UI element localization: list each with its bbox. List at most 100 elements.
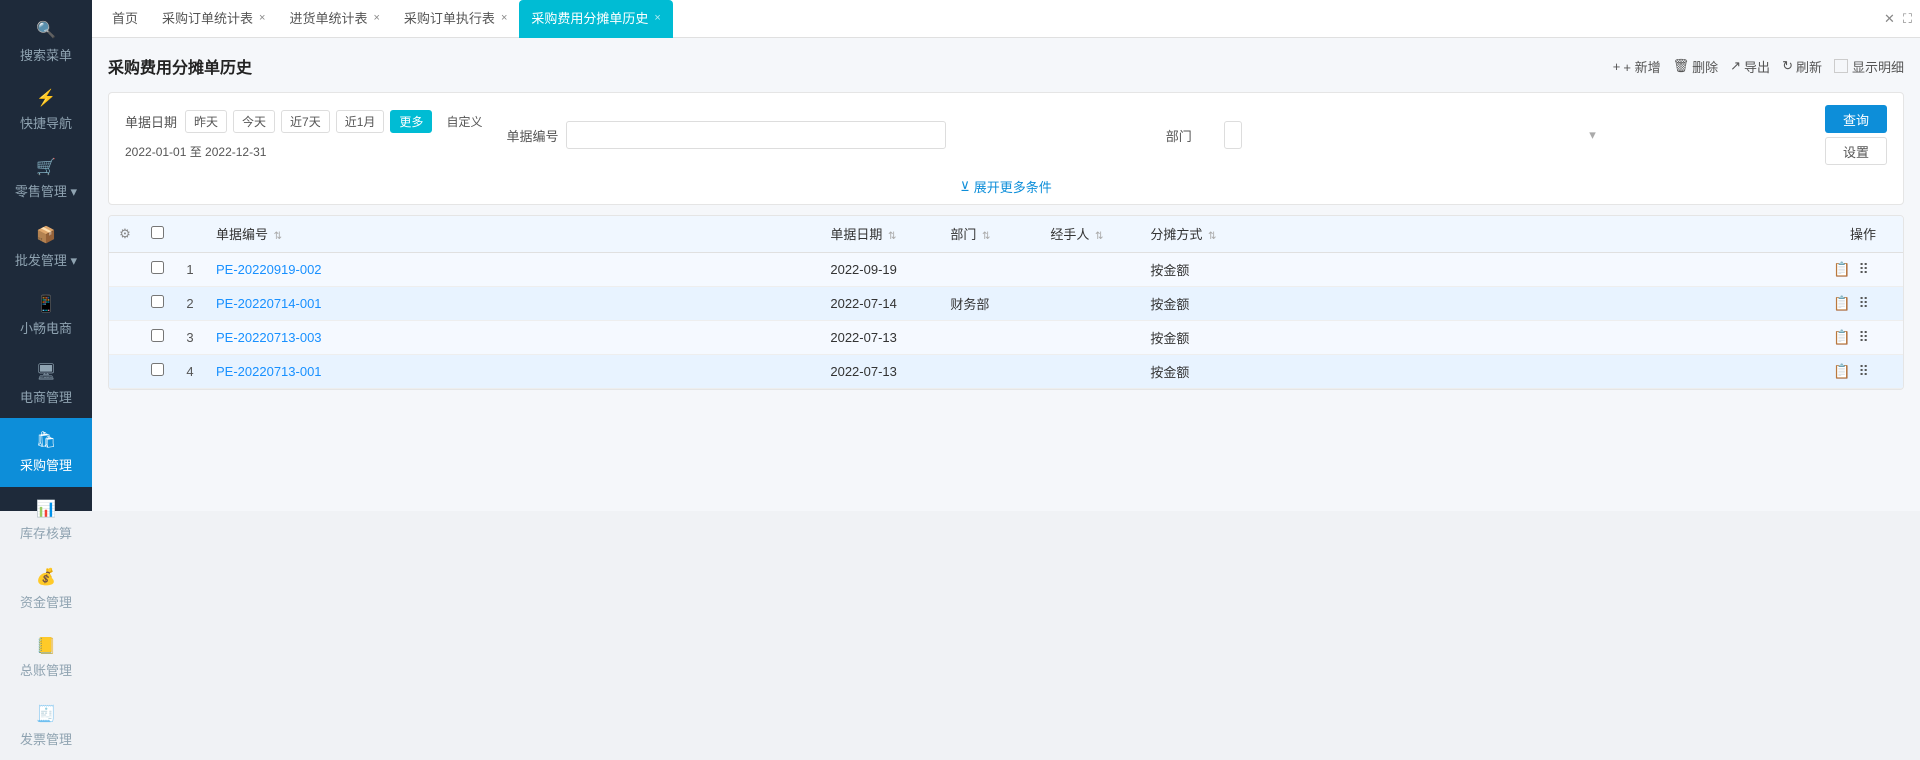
sort-dept-icon[interactable]: ⇅ — [982, 231, 990, 242]
th-settings[interactable]: ⚙ — [109, 216, 141, 252]
row-checkbox-1[interactable] — [151, 295, 164, 308]
sidebar-item-ecommerce[interactable]: 🖥电商管理 — [0, 350, 92, 418]
table-header-row: ⚙ 单据编号 ⇅ 单据日期 ⇅ — [109, 216, 1903, 252]
row-more-icon-2[interactable]: ⠿ — [1858, 329, 1868, 346]
th-row-num — [174, 216, 206, 252]
tab-close-purchase-receipt-summary[interactable]: × — [373, 12, 379, 24]
doc-no-link-2[interactable]: PE-20220713-003 — [216, 330, 322, 345]
date-btn-7days[interactable]: 近7天 — [281, 110, 330, 133]
delete-button[interactable]: 🗑 删除 — [1673, 57, 1719, 76]
export-button[interactable]: ↗ 导出 — [1730, 57, 1770, 76]
sidebar-label-search: 搜索菜单 — [20, 48, 72, 63]
sort-handler-icon[interactable]: ⇅ — [1095, 231, 1103, 242]
sort-doc-no-icon[interactable]: ⇅ — [274, 231, 282, 242]
sidebar-item-shortcut[interactable]: ⚡快捷导航 — [0, 76, 92, 144]
page-title: 采购费用分摊单历史 — [108, 54, 252, 78]
row-date-1: 2022-07-14 — [820, 286, 940, 320]
row-settings-3 — [109, 354, 141, 388]
tab-purchase-order-summary[interactable]: 采购订单统计表 × — [150, 0, 277, 38]
sidebar-icon-retail: 🛒 — [0, 155, 92, 181]
date-btn-custom[interactable]: 自定义 — [438, 111, 490, 132]
sidebar: 🔍搜索菜单⚡快捷导航🛒零售管理 ▾📦批发管理 ▾📱小畅电商🖥电商管理🛍采购管理📊… — [0, 0, 92, 511]
row-checkbox-2[interactable] — [151, 329, 164, 342]
row-edit-icon-0[interactable]: 📋 — [1833, 261, 1850, 278]
row-dept-3 — [940, 354, 1040, 388]
maximize-window-icon[interactable]: ⛶ — [1903, 11, 1912, 27]
doc-no-link-0[interactable]: PE-20220919-002 — [216, 262, 322, 277]
tab-purchase-receipt-summary[interactable]: 进货单统计表× — [277, 0, 391, 38]
row-more-icon-1[interactable]: ⠿ — [1858, 295, 1868, 312]
sidebar-item-purchase[interactable]: 🛍采购管理 — [0, 418, 92, 486]
sort-date-icon[interactable]: ⇅ — [888, 231, 896, 242]
tab-home[interactable]: 首页 — [100, 0, 150, 38]
expand-more-button[interactable]: ⊻ 展开更多条件 — [960, 177, 1052, 196]
date-quick-buttons: 昨天 今天 近7天 近1月 更多 自定义 — [185, 110, 490, 133]
row-dept-0 — [940, 252, 1040, 286]
row-handler-2 — [1040, 320, 1140, 354]
th-checkbox — [141, 216, 174, 252]
doc-no-link-3[interactable]: PE-20220713-001 — [216, 364, 322, 379]
tab-purchase-order-exec[interactable]: 采购订单执行表 × — [392, 0, 519, 38]
sidebar-item-search[interactable]: 🔍 搜索菜单 — [0, 8, 92, 76]
th-doc-no: 单据编号 ⇅ — [206, 216, 820, 252]
date-btn-yesterday[interactable]: 昨天 — [185, 110, 227, 133]
date-btn-more[interactable]: 更多 — [390, 110, 432, 133]
row-handler-1 — [1040, 286, 1140, 320]
row-actions-0: 📋 ⠿ — [1823, 252, 1903, 286]
row-edit-icon-2[interactable]: 📋 — [1833, 329, 1850, 346]
filter-settings-button[interactable]: 设置 — [1825, 137, 1887, 165]
sidebar-item-mini[interactable]: 📱小畅电商 — [0, 282, 92, 350]
sidebar-item-inventory[interactable]: 📊库存核算 — [0, 487, 92, 555]
sidebar-item-wholesale[interactable]: 📦批发管理 ▾ — [0, 213, 92, 281]
th-doc-no-label: 单据编号 — [216, 227, 268, 242]
row-handler-0 — [1040, 252, 1140, 286]
query-button[interactable]: 查询 — [1825, 105, 1887, 133]
show-col-checkbox[interactable] — [1834, 59, 1848, 73]
date-btn-1month[interactable]: 近1月 — [336, 110, 385, 133]
row-checkbox-cell-3 — [141, 354, 174, 388]
tab-label-purchase-order-summary: 采购订单统计表 — [162, 8, 253, 27]
refresh-button[interactable]: ↻ 刷新 — [1782, 57, 1822, 76]
sidebar-item-invoice[interactable]: 🧾发票管理 — [0, 692, 92, 760]
select-all-checkbox[interactable] — [151, 226, 164, 239]
show-col-toggle[interactable]: 显示明细 — [1834, 57, 1904, 76]
add-button[interactable]: + + 新增 — [1613, 57, 1661, 76]
sidebar-item-retail[interactable]: 🛒零售管理 ▾ — [0, 145, 92, 213]
row-num-2: 3 — [174, 320, 206, 354]
row-date-0: 2022-09-19 — [820, 252, 940, 286]
sidebar-icon-finance: 💰 — [0, 565, 92, 591]
row-edit-icon-1[interactable]: 📋 — [1833, 295, 1850, 312]
dept-select[interactable] — [1224, 121, 1242, 149]
tab-close-purchase-cost-split[interactable]: × — [654, 12, 660, 24]
th-handler-label: 经手人 — [1050, 227, 1089, 242]
row-more-icon-3[interactable]: ⠿ — [1858, 363, 1868, 380]
doc-no-filter-group: 单据编号 — [506, 121, 1149, 149]
sidebar-icon-search: 🔍 — [0, 18, 92, 44]
tab-purchase-cost-split[interactable]: 采购费用分摊单历史× — [519, 0, 672, 38]
sort-split-icon[interactable]: ⇅ — [1208, 231, 1216, 242]
tab-close-purchase-order-exec[interactable]: × — [501, 12, 507, 24]
sidebar-label-finance: 资金管理 — [20, 595, 72, 610]
date-btn-today[interactable]: 今天 — [233, 110, 275, 133]
row-checkbox-cell-2 — [141, 320, 174, 354]
sidebar-item-finance[interactable]: 💰 资金管理 — [0, 555, 92, 623]
export-icon: ↗ — [1730, 58, 1741, 74]
query-btn-group: 查询 设置 — [1825, 105, 1887, 165]
doc-no-link-1[interactable]: PE-20220714-001 — [216, 296, 322, 311]
th-handler: 经手人 ⇅ — [1040, 216, 1140, 252]
expand-row: ⊻ 展开更多条件 — [125, 173, 1887, 196]
tab-label-home: 首页 — [112, 8, 138, 27]
tab-label-purchase-order-exec: 采购订单执行表 — [404, 8, 495, 27]
row-checkbox-3[interactable] — [151, 363, 164, 376]
row-more-icon-0[interactable]: ⠿ — [1858, 261, 1868, 278]
row-actions-3: 📋 ⠿ — [1823, 354, 1903, 388]
sidebar-icon-wholesale: 📦 — [0, 223, 92, 249]
doc-no-input[interactable] — [566, 121, 946, 149]
row-checkbox-0[interactable] — [151, 261, 164, 274]
row-actions-2: 📋 ⠿ — [1823, 320, 1903, 354]
sidebar-icon-invoice: 🧾 — [0, 702, 92, 728]
tab-close-purchase-order-summary[interactable]: × — [259, 12, 265, 24]
row-edit-icon-3[interactable]: 📋 — [1833, 363, 1850, 380]
close-window-icon[interactable]: ✕ — [1884, 11, 1895, 27]
sidebar-item-accounting[interactable]: 📒总账管理 — [0, 624, 92, 692]
